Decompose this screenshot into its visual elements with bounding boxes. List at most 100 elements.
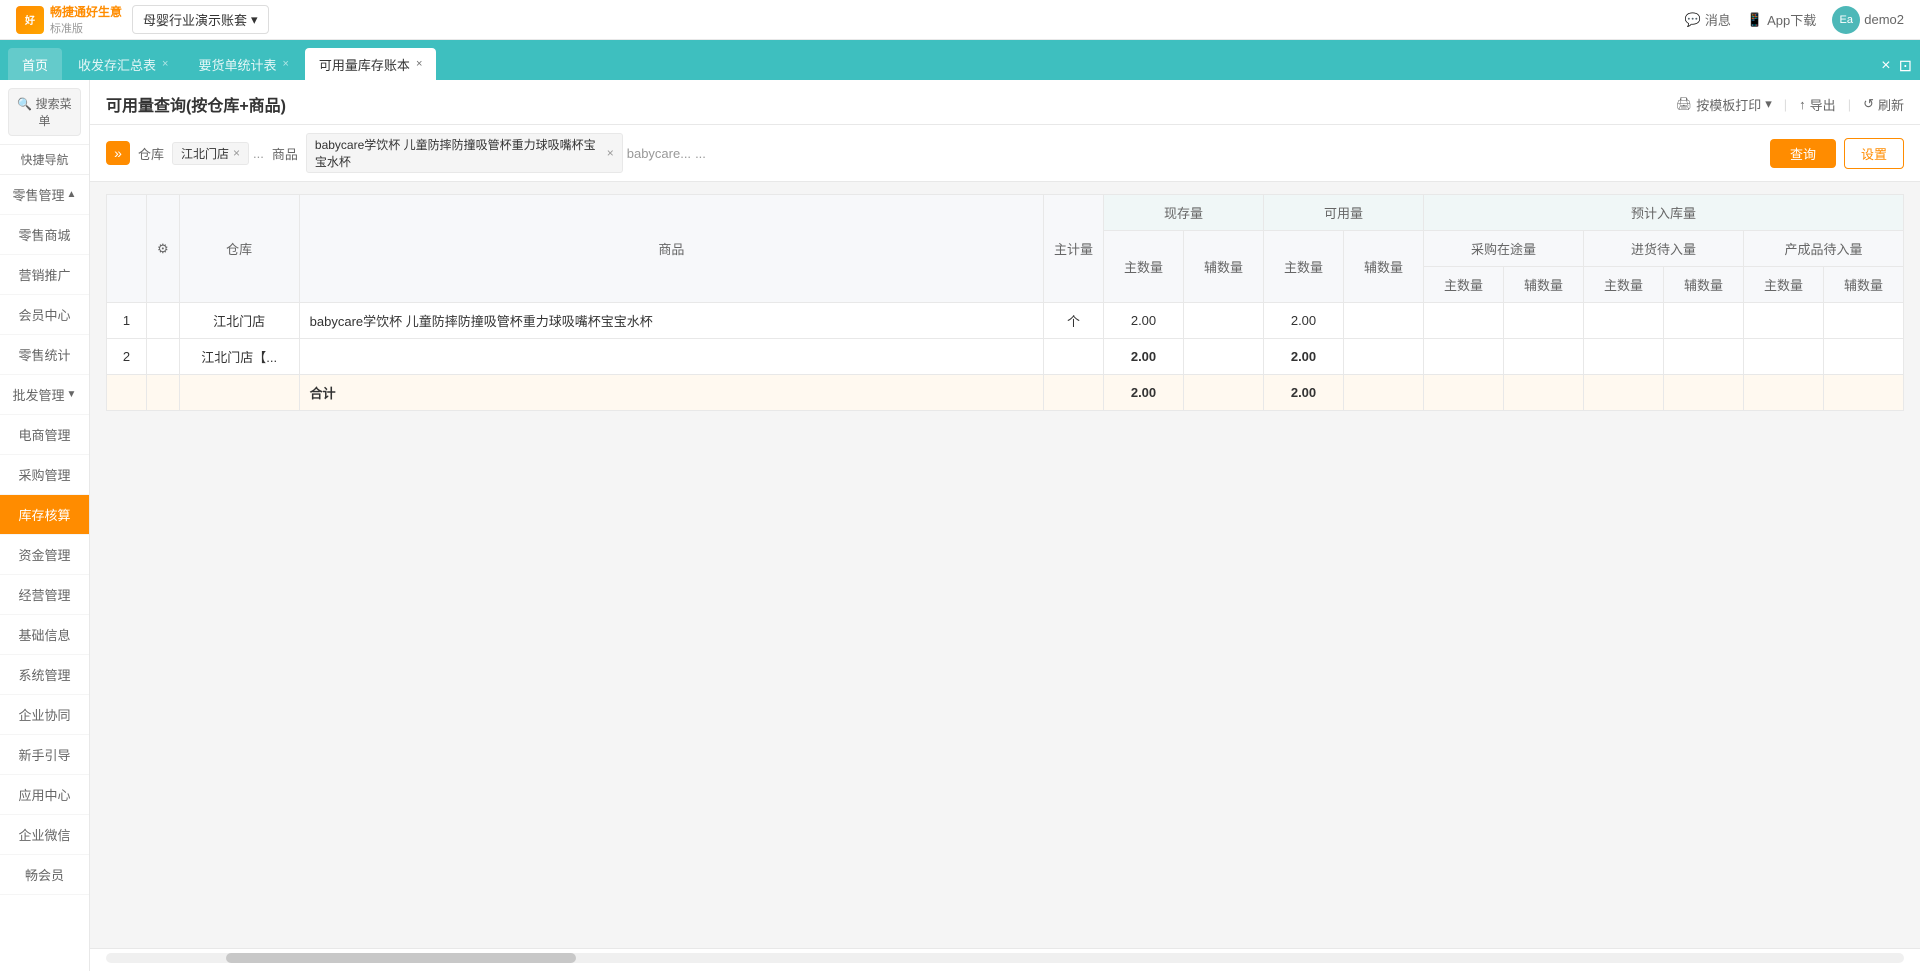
- refresh-btn[interactable]: ↺ 刷新: [1863, 95, 1904, 114]
- sidebar-item-enterprise-wechat[interactable]: 企业微信: [0, 815, 89, 855]
- data-table: ⚙ 仓库 商品 主计量 现存量 可用量 预计入库量 主数量 辅数量 主数量 辅数…: [106, 194, 1904, 411]
- product-tag-text: babycare学饮杯 儿童防摔防撞吸管杯重力球吸嘴杯宝宝水杯: [315, 136, 603, 170]
- footer-prodin-main: [1744, 375, 1824, 411]
- quick-nav-label: 快捷导航: [20, 153, 68, 167]
- row2-warehouse: 江北门店【...: [179, 339, 299, 375]
- page-actions: 🖨 按模板打印 ▾ | ↑ 导出 | ↺ 刷新: [1676, 95, 1904, 114]
- footer-empty-3: [179, 375, 299, 411]
- warehouse-tag[interactable]: 江北门店 ×: [172, 142, 249, 165]
- print-label: 按模板打印: [1696, 95, 1761, 114]
- sidebar-system-label: 系统管理: [18, 668, 70, 683]
- app-icon: 📱: [1747, 12, 1763, 28]
- table-wrapper: ⚙ 仓库 商品 主计量 现存量 可用量 预计入库量 主数量 辅数量 主数量 辅数…: [90, 182, 1920, 948]
- product-tag-close[interactable]: ×: [607, 146, 614, 160]
- tab-available-inventory-close[interactable]: ×: [416, 58, 422, 70]
- top-bar: 好 畅捷通好生意 标准版 母婴行业演示账套 ▾ 💬 消息 📱 App下载 Ea …: [0, 0, 1920, 40]
- print-btn[interactable]: 🖨 按模板打印 ▾: [1676, 95, 1772, 114]
- product-tag[interactable]: babycare学饮杯 儿童防摔防撞吸管杯重力球吸嘴杯宝宝水杯 ×: [306, 133, 623, 173]
- sidebar-item-inventory-check[interactable]: 库存核算: [0, 495, 89, 535]
- app-download-btn[interactable]: 📱 App下载: [1747, 10, 1816, 29]
- table-row[interactable]: 2 江北门店【... 2.00 2.00: [107, 339, 1904, 375]
- row1-available-main: 2.00: [1264, 303, 1344, 339]
- row2-po-main: [1424, 339, 1504, 375]
- row2-stock-main: 2.00: [1104, 339, 1184, 375]
- sidebar-inventory-label: 库存核算: [18, 508, 70, 523]
- sidebar-item-retail-stats[interactable]: 零售统计: [0, 335, 89, 375]
- row2-incoming-aux: [1664, 339, 1744, 375]
- tab-order-stats[interactable]: 要货单统计表 ×: [184, 48, 302, 80]
- footer-po-aux: [1504, 375, 1584, 411]
- th-incoming-main: 主数量: [1584, 267, 1664, 303]
- warehouse-more[interactable]: ...: [253, 146, 264, 161]
- table-row[interactable]: 1 江北门店 babycare学饮杯 儿童防摔防撞吸管杯重力球吸嘴杯宝宝水杯 个…: [107, 303, 1904, 339]
- tab-income-summary-close[interactable]: ×: [162, 58, 168, 70]
- sidebar-item-ecommerce-mgmt[interactable]: 电商管理: [0, 415, 89, 455]
- top-bar-right: 💬 消息 📱 App下载 Ea demo2: [1685, 6, 1904, 34]
- export-btn[interactable]: ↑ 导出: [1799, 95, 1836, 114]
- sidebar-wholesale-mgmt-label: 批发管理: [13, 385, 65, 404]
- sidebar-item-vip-member[interactable]: 畅会员: [0, 855, 89, 895]
- sidebar-item-retail-mgmt[interactable]: 零售管理 ▲: [0, 175, 89, 215]
- warehouse-label: 仓库: [138, 144, 164, 163]
- message-btn[interactable]: 💬 消息: [1685, 10, 1731, 29]
- th-purchase-order-main: 主数量: [1424, 267, 1504, 303]
- tab-order-stats-close[interactable]: ×: [282, 58, 288, 70]
- sidebar-item-new-guide[interactable]: 新手引导: [0, 735, 89, 775]
- footer-unit: [1044, 375, 1104, 411]
- sidebar-quick-nav[interactable]: 快捷导航: [0, 145, 89, 175]
- sidebar-item-system-mgmt[interactable]: 系统管理: [0, 655, 89, 695]
- org-dropdown-icon: ▾: [251, 12, 258, 28]
- sidebar-finance-label: 资金管理: [18, 548, 70, 563]
- org-selector[interactable]: 母婴行业演示账套 ▾: [132, 5, 269, 34]
- tab-close-all-icon[interactable]: ×: [1881, 57, 1890, 75]
- setting-btn[interactable]: 设置: [1844, 138, 1904, 169]
- app-download-label: App下载: [1767, 10, 1816, 29]
- sidebar-item-ops-mgmt[interactable]: 经营管理: [0, 575, 89, 615]
- user-name: demo2: [1864, 12, 1904, 27]
- export-icon: ↑: [1799, 97, 1806, 112]
- tab-available-inventory-label: 可用量库存账本: [319, 55, 410, 74]
- query-btn[interactable]: 查询: [1770, 139, 1836, 168]
- sidebar-item-finance-mgmt[interactable]: 资金管理: [0, 535, 89, 575]
- product-more-dots[interactable]: ...: [695, 146, 706, 161]
- row1-stock-main: 2.00: [1104, 303, 1184, 339]
- th-stock-group: 现存量: [1104, 195, 1264, 231]
- sidebar-item-basic-info[interactable]: 基础信息: [0, 615, 89, 655]
- horizontal-scrollbar[interactable]: [226, 953, 576, 963]
- sidebar-search-area: 🔍 搜索菜单: [0, 80, 89, 145]
- logo-sub: 标准版: [50, 20, 122, 36]
- sidebar-item-retail-mall[interactable]: 零售商城: [0, 215, 89, 255]
- tab-home[interactable]: 首页: [8, 48, 62, 80]
- sidebar-item-enterprise-collab[interactable]: 企业协同: [0, 695, 89, 735]
- sidebar-vip-member-label: 畅会员: [25, 868, 64, 883]
- product-more[interactable]: babycare...: [627, 146, 691, 161]
- warehouse-filter-section: 仓库 江北门店 × ...: [138, 142, 264, 165]
- row2-available-main: 2.00: [1264, 339, 1344, 375]
- refresh-icon: ↺: [1863, 96, 1874, 112]
- expand-filter-btn[interactable]: »: [106, 141, 130, 165]
- tab-income-summary[interactable]: 收发存汇总表 ×: [64, 48, 182, 80]
- top-bar-left: 好 畅捷通好生意 标准版 母婴行业演示账套 ▾: [16, 3, 269, 36]
- search-label: 搜索菜单: [36, 97, 72, 128]
- footer-stock-main: 2.00: [1104, 375, 1184, 411]
- message-label: 消息: [1705, 10, 1731, 29]
- sidebar-item-member-center[interactable]: 会员中心: [0, 295, 89, 335]
- tab-restore-icon[interactable]: ⊡: [1899, 56, 1912, 76]
- sidebar-item-marketing[interactable]: 营销推广: [0, 255, 89, 295]
- th-purchase-order-group: 采购在途量: [1424, 231, 1584, 267]
- sidebar-search-btn[interactable]: 🔍 搜索菜单: [8, 88, 81, 136]
- sidebar-item-app-center[interactable]: 应用中心: [0, 775, 89, 815]
- refresh-label: 刷新: [1878, 95, 1904, 114]
- user-area[interactable]: Ea demo2: [1832, 6, 1904, 34]
- sidebar-item-wholesale-mgmt[interactable]: 批发管理 ▼: [0, 375, 89, 415]
- th-incoming-aux: 辅数量: [1664, 267, 1744, 303]
- tab-available-inventory[interactable]: 可用量库存账本 ×: [305, 48, 436, 80]
- row2-gear: [147, 339, 180, 375]
- th-gear[interactable]: ⚙: [147, 195, 180, 303]
- sidebar-item-purchase-mgmt[interactable]: 采购管理: [0, 455, 89, 495]
- warehouse-tag-close[interactable]: ×: [233, 146, 240, 160]
- th-product: 商品: [299, 195, 1043, 303]
- row2-available-aux: [1344, 339, 1424, 375]
- row2-po-aux: [1504, 339, 1584, 375]
- logo-area: 好 畅捷通好生意 标准版: [16, 3, 122, 36]
